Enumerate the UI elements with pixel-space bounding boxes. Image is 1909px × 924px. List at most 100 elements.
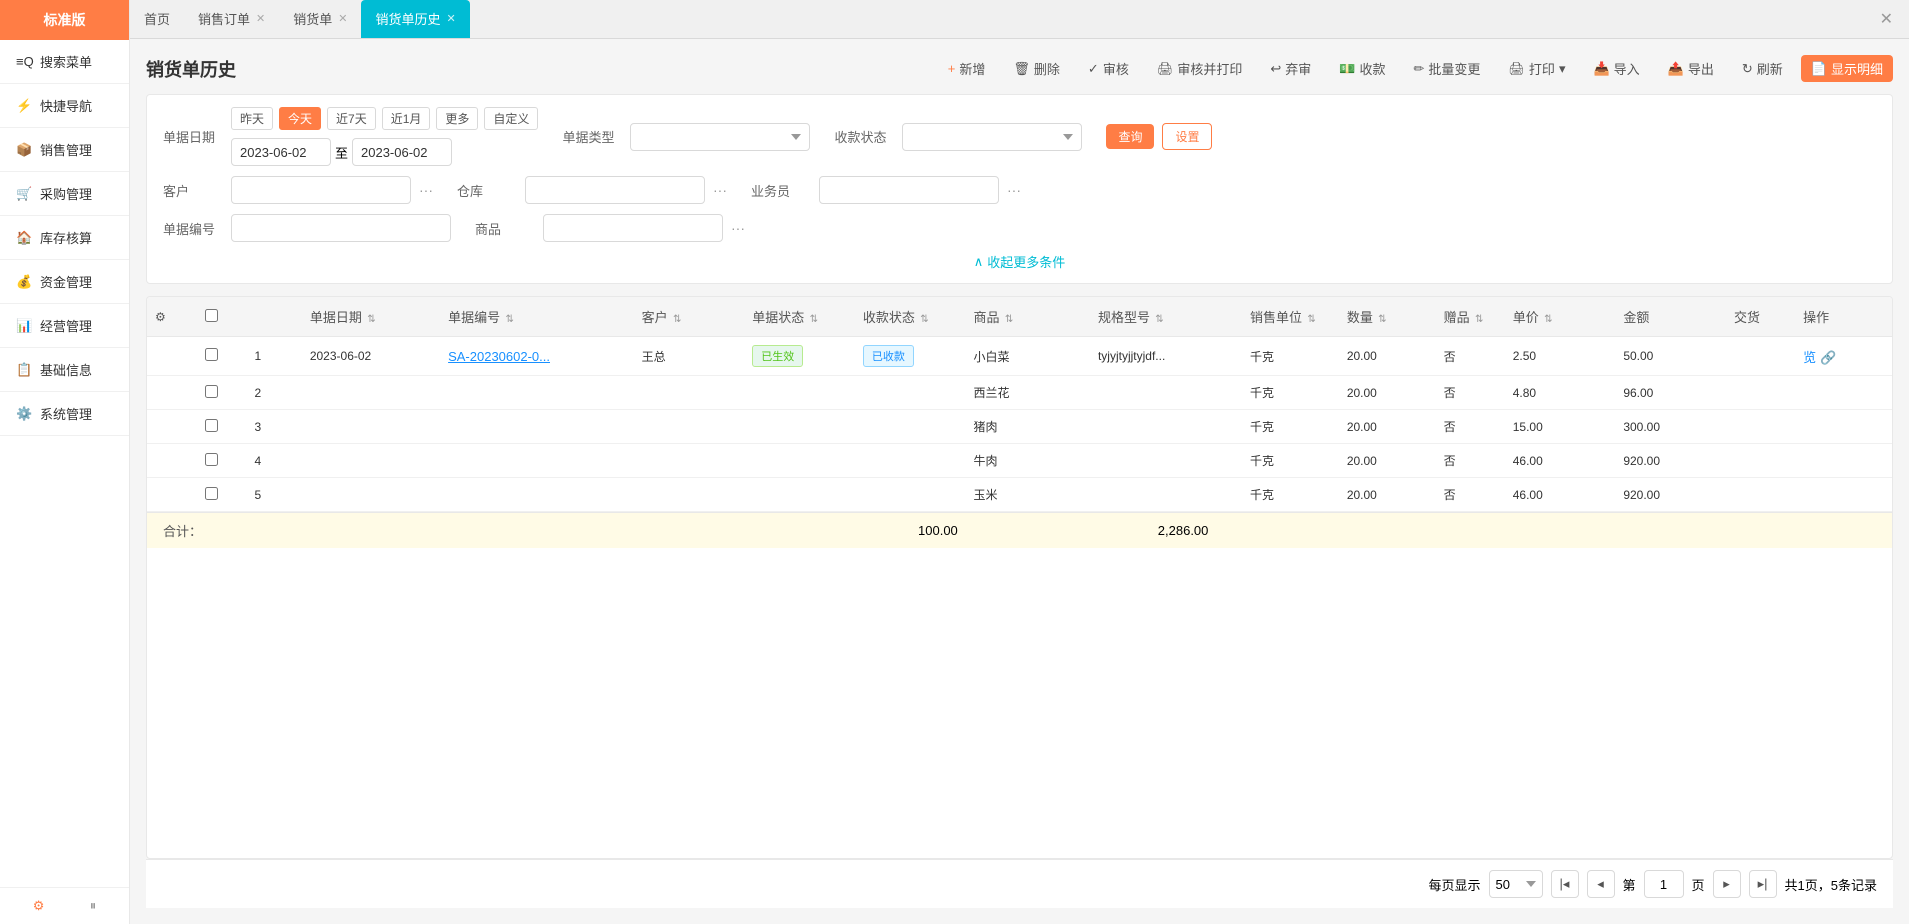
th-status[interactable]: 单据状态 ⇅ [744, 297, 855, 337]
settings-button[interactable]: 设置 [1162, 123, 1212, 150]
customer-pick-icon[interactable]: ··· [419, 182, 433, 198]
doc-type-select[interactable] [630, 123, 810, 151]
sidebar-collapse-icon[interactable]: ⏸ [90, 898, 97, 914]
inventory-icon: 🏠 [16, 230, 32, 246]
th-date[interactable]: 单据日期 ⇅ [302, 297, 440, 337]
ops-detail-0[interactable]: 🔗 [1820, 350, 1836, 365]
product-label: 商品 [475, 219, 535, 238]
date-7days[interactable]: 近7天 [327, 107, 376, 130]
th-gift[interactable]: 赠品 ⇅ [1436, 297, 1505, 337]
status-badge-0: 已生效 [752, 345, 803, 367]
warehouse-input[interactable] [525, 176, 705, 204]
last-page-button[interactable]: ▸| [1749, 870, 1777, 898]
row-checkbox-0[interactable] [205, 348, 218, 361]
collapse-button[interactable]: ∧ 收起更多条件 [163, 252, 1876, 271]
filter-pay-status: 收款状态 [834, 123, 1082, 151]
sidebar-item-quick-nav[interactable]: ⚡ 快捷导航 [0, 84, 129, 128]
staff-input[interactable] [819, 176, 999, 204]
doc-no-input[interactable] [231, 214, 451, 242]
close-window-icon[interactable]: ✕ [1880, 9, 1893, 29]
th-unit[interactable]: 销售单位 ⇅ [1242, 297, 1339, 337]
new-icon: + [948, 61, 956, 76]
close-tab-sales-delivery[interactable]: ✕ [338, 12, 347, 25]
sidebar-item-search-menu[interactable]: ≡Q 搜索菜单 [0, 40, 129, 84]
first-page-button[interactable]: |◂ [1551, 870, 1579, 898]
date-today[interactable]: 今天 [279, 107, 321, 130]
tab-sales-delivery[interactable]: 销货单 ✕ [279, 0, 361, 38]
date-label: 单据日期 [163, 127, 223, 146]
sidebar-item-label: 采购管理 [40, 184, 92, 203]
ops-view-0[interactable]: 览 [1803, 350, 1816, 365]
prev-page-button[interactable]: ◂ [1587, 870, 1615, 898]
row-checkbox-3[interactable] [205, 453, 218, 466]
sidebar-logo: 标准版 [0, 0, 129, 40]
date-to-input[interactable] [352, 138, 452, 166]
batch-change-button[interactable]: ✏ 批量变更 [1403, 55, 1490, 82]
th-spec[interactable]: 规格型号 ⇅ [1090, 297, 1242, 337]
import-button[interactable]: 📥 导入 [1583, 55, 1649, 82]
staff-pick-icon[interactable]: ··· [1007, 182, 1021, 198]
date-from-input[interactable] [231, 138, 331, 166]
date-custom[interactable]: 自定义 [484, 107, 538, 130]
filter-product: 商品 ··· [475, 214, 745, 242]
sidebar-item-label: 库存核算 [40, 228, 92, 247]
th-qty[interactable]: 数量 ⇅ [1339, 297, 1436, 337]
tab-home[interactable]: 首页 [130, 0, 184, 38]
order-link-0[interactable]: SA-20230602-0... [448, 349, 550, 364]
abandon-button[interactable]: ↩ 弃审 [1260, 55, 1321, 82]
th-product[interactable]: 商品 ⇅ [966, 297, 1090, 337]
date-1month[interactable]: 近1月 [382, 107, 431, 130]
audit-button[interactable]: ✓ 审核 [1078, 55, 1139, 82]
row-checkbox-4[interactable] [205, 487, 218, 500]
customer-input[interactable] [231, 176, 411, 204]
next-page-button[interactable]: ▸ [1713, 870, 1741, 898]
toolbar: + 新增 🗑 删除 ✓ 审核 🖨 审核并打印 ↩ 弃审 [938, 55, 1893, 82]
close-tab-sales-history[interactable]: ✕ [447, 12, 456, 25]
date-quick-buttons: 昨天 今天 近7天 近1月 更多 自定义 [231, 107, 538, 130]
delete-button[interactable]: 🗑 删除 [1003, 55, 1070, 82]
close-tab-sales-order[interactable]: ✕ [256, 12, 265, 25]
sidebar-item-system-mgmt[interactable]: ⚙️ 系统管理 [0, 392, 129, 436]
sidebar-item-sales-mgmt[interactable]: 📦 销售管理 [0, 128, 129, 172]
print-button[interactable]: 🖨 打印 ▾ [1498, 55, 1575, 82]
new-button[interactable]: + 新增 [938, 55, 996, 82]
sidebar-item-purchase-mgmt[interactable]: 🛒 采购管理 [0, 172, 129, 216]
select-all-checkbox[interactable] [205, 309, 218, 322]
sort-qty-icon: ⇅ [1378, 314, 1386, 325]
sidebar-item-operations[interactable]: 📊 经营管理 [0, 304, 129, 348]
per-page-select[interactable]: 10 20 50 100 [1489, 870, 1543, 898]
refresh-button[interactable]: ↻ 刷新 [1732, 55, 1793, 82]
th-orderno[interactable]: 单据编号 ⇅ [440, 297, 634, 337]
pay-status-select[interactable] [902, 123, 1082, 151]
doc-type-label: 单据类型 [562, 127, 622, 146]
audit-print-button[interactable]: 🖨 审核并打印 [1147, 55, 1253, 82]
sidebar-item-finance[interactable]: 💰 资金管理 [0, 260, 129, 304]
page-number-input[interactable] [1644, 870, 1684, 898]
table-row: 4牛肉千克20.00否46.00920.00 [147, 444, 1892, 478]
sidebar-settings-icon[interactable]: ⚙ [33, 898, 45, 914]
collect-button[interactable]: 💵 收款 [1329, 55, 1395, 82]
th-customer[interactable]: 客户 ⇅ [634, 297, 745, 337]
row-checkbox-2[interactable] [205, 419, 218, 432]
date-yesterday[interactable]: 昨天 [231, 107, 273, 130]
export-button[interactable]: 📤 导出 [1658, 55, 1724, 82]
th-pay[interactable]: 收款状态 ⇅ [855, 297, 966, 337]
tab-sales-order[interactable]: 销售订单 ✕ [184, 0, 279, 38]
total-pages-label: 共1页，5条记录 [1785, 875, 1877, 894]
query-button[interactable]: 查询 [1106, 124, 1154, 149]
th-price[interactable]: 单价 ⇅ [1505, 297, 1616, 337]
tab-sales-history[interactable]: 销货单历史 ✕ [361, 0, 469, 38]
product-input[interactable] [543, 214, 723, 242]
finance-icon: 💰 [16, 274, 32, 290]
row-checkbox-1[interactable] [205, 385, 218, 398]
date-more[interactable]: 更多 [436, 107, 478, 130]
main-area: 首页 销售订单 ✕ 销货单 ✕ 销货单历史 ✕ ✕ 销货单历史 + 新增 [130, 0, 1909, 924]
warehouse-pick-icon[interactable]: ··· [713, 182, 727, 198]
show-detail-button[interactable]: 📄 显示明细 [1801, 55, 1893, 82]
th-check[interactable] [197, 297, 247, 337]
th-gear[interactable]: ⚙ [147, 297, 197, 337]
sidebar-item-basic-info[interactable]: 📋 基础信息 [0, 348, 129, 392]
th-amount: 金额 [1615, 297, 1726, 337]
sidebar-item-inventory[interactable]: 🏠 库存核算 [0, 216, 129, 260]
product-pick-icon[interactable]: ··· [731, 220, 745, 236]
